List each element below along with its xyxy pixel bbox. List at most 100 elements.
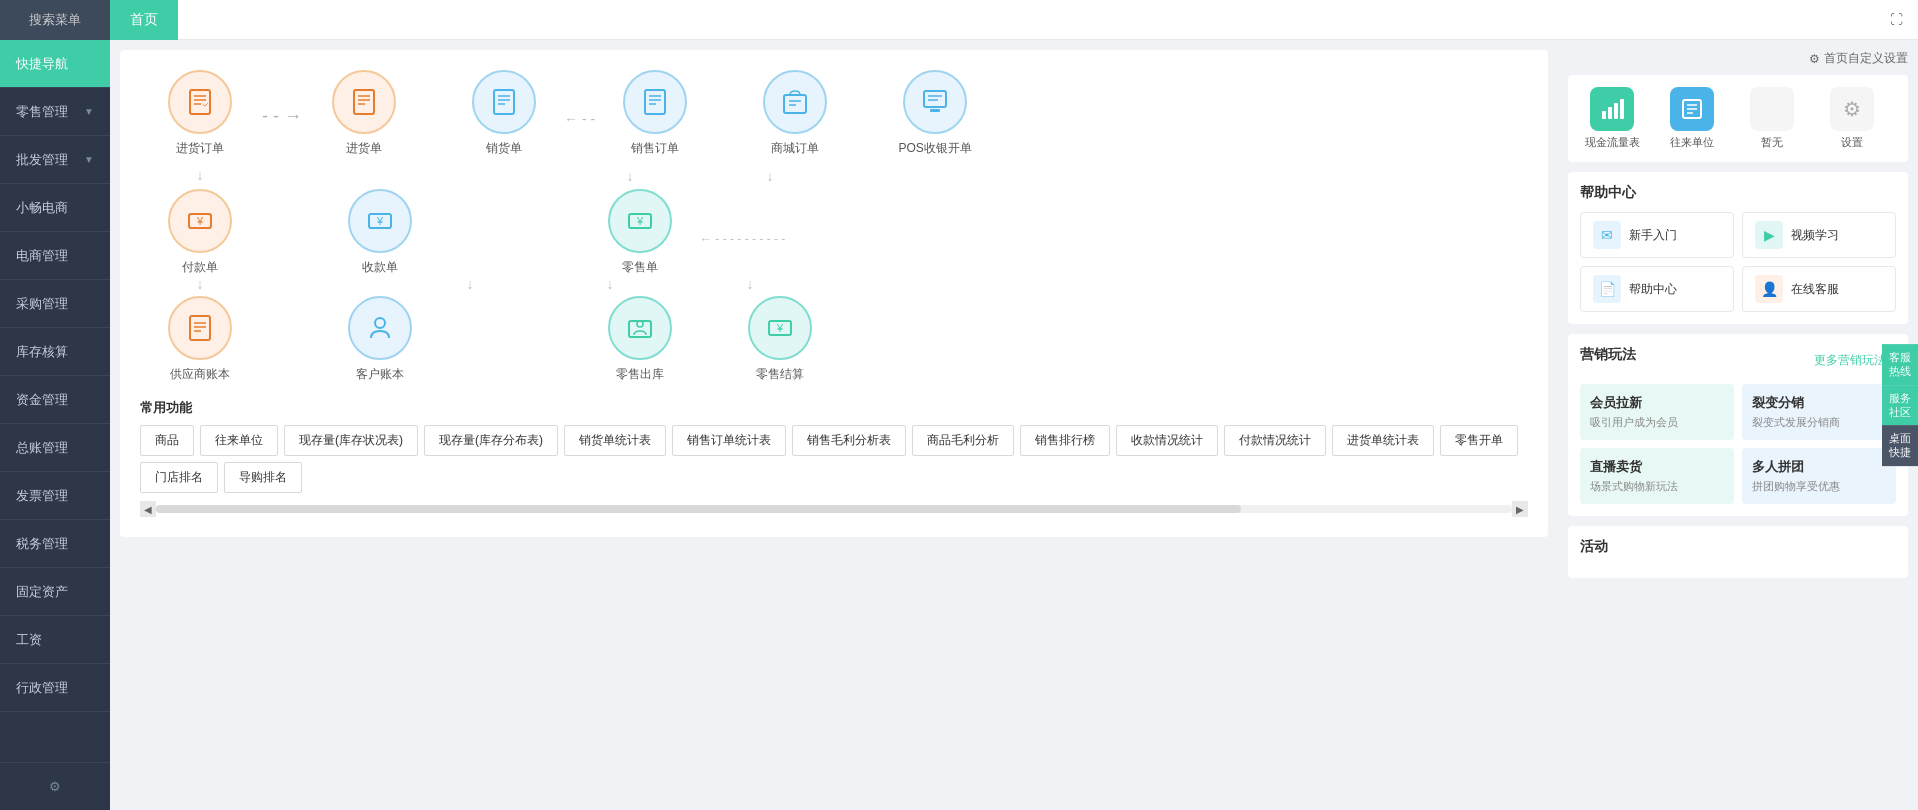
- sidebar-item-3[interactable]: 小畅电商: [0, 184, 110, 232]
- func-btn[interactable]: 商品毛利分析: [912, 425, 1014, 456]
- func-btn[interactable]: 往来单位: [200, 425, 278, 456]
- search-menu[interactable]: 搜索菜单: [0, 0, 110, 40]
- node-sale-order[interactable]: 销售订单: [595, 70, 715, 157]
- common-functions: 常用功能 商品往来单位现存量(库存状况表)现存量(库存分布表)销货单统计表销售订…: [140, 399, 1528, 493]
- sidebar-item-6[interactable]: 库存核算: [0, 328, 110, 376]
- func-btn[interactable]: 商品: [140, 425, 194, 456]
- desktop-shortcut-btn[interactable]: 桌面快捷: [1882, 425, 1918, 466]
- marketing-item-live[interactable]: 直播卖货 场景式购物新玩法: [1580, 448, 1734, 504]
- beginner-icon: ✉: [1593, 221, 1621, 249]
- node-purchase-order[interactable]: 进货订单: [140, 70, 260, 157]
- marketing-panel: 营销玩法 更多营销玩法 > 会员拉新 吸引用户成为会员 裂变分销 裂变式发展分销…: [1568, 334, 1908, 516]
- settings-icon: ⚙: [1830, 87, 1874, 131]
- expand-icon[interactable]: ⛶: [1884, 8, 1908, 32]
- side-buttons: 客服热线 服务社区 桌面快捷: [1882, 344, 1918, 466]
- scroll-left-btn[interactable]: ◀: [140, 501, 156, 517]
- sidebar-item-11[interactable]: 固定资产: [0, 568, 110, 616]
- func-grid: 商品往来单位现存量(库存状况表)现存量(库存分布表)销货单统计表销售订单统计表销…: [140, 425, 1528, 493]
- help-item-beginner[interactable]: ✉ 新手入门: [1580, 212, 1734, 258]
- activity-panel: 活动: [1568, 526, 1908, 578]
- video-icon: ▶: [1755, 221, 1783, 249]
- sidebar-item-4[interactable]: 电商管理: [0, 232, 110, 280]
- help-icon-doc: 📄: [1593, 275, 1621, 303]
- none-icon: [1750, 87, 1794, 131]
- node-mall-order[interactable]: 商城订单: [735, 70, 855, 157]
- node-retail-bill[interactable]: ¥ 零售单: [580, 189, 700, 276]
- func-btn[interactable]: 销售排行榜: [1020, 425, 1110, 456]
- main-panel: 进货订单 - - → 进货单: [110, 40, 1558, 810]
- purchase-order-icon: [168, 70, 232, 134]
- sidebar-item-5[interactable]: 采购管理: [0, 280, 110, 328]
- marketing-item-group[interactable]: 多人拼团 拼团购物享受优惠: [1742, 448, 1896, 504]
- sidebar-item-2[interactable]: 批发管理▼: [0, 136, 110, 184]
- customer-service-btn[interactable]: 客服热线: [1882, 344, 1918, 385]
- node-retail-settle[interactable]: ¥ 零售结算: [720, 296, 840, 383]
- quick-icon-settings[interactable]: ⚙ 设置: [1820, 87, 1884, 150]
- help-grid: ✉ 新手入门 ▶ 视频学习 📄 帮助中心 👤 在线客服: [1580, 212, 1896, 312]
- svg-rect-35: [629, 321, 651, 337]
- marketing-item-split[interactable]: 裂变分销 裂变式发展分销商: [1742, 384, 1896, 440]
- node-pos[interactable]: POS收银开单: [875, 70, 995, 157]
- svg-text:¥: ¥: [376, 215, 384, 227]
- func-btn[interactable]: 门店排名: [140, 462, 218, 493]
- svg-rect-16: [784, 95, 806, 113]
- quick-nav-card: 进货订单 - - → 进货单: [120, 50, 1548, 537]
- func-btn[interactable]: 零售开单: [1440, 425, 1518, 456]
- quick-icon-contacts[interactable]: 往来单位: [1660, 87, 1724, 150]
- sidebar-item-0[interactable]: 快捷导航: [0, 40, 110, 88]
- sidebar-item-13[interactable]: 行政管理: [0, 664, 110, 712]
- sidebar-gear-icon[interactable]: ⚙: [0, 762, 110, 810]
- func-btn[interactable]: 销货单统计表: [564, 425, 666, 456]
- svg-rect-8: [494, 90, 514, 114]
- svg-rect-12: [645, 90, 665, 114]
- quick-icons-panel: 现金流量表 往来单位 暂无 ⚙ 设置: [1568, 75, 1908, 162]
- func-btn[interactable]: 现存量(库存分布表): [424, 425, 558, 456]
- sidebar: 快捷导航零售管理▼批发管理▼小畅电商电商管理采购管理库存核算资金管理总账管理发票…: [0, 40, 110, 810]
- tab-home[interactable]: 首页: [110, 0, 178, 40]
- help-item-video[interactable]: ▶ 视频学习: [1742, 212, 1896, 258]
- help-item-chat[interactable]: 👤 在线客服: [1742, 266, 1896, 312]
- func-btn[interactable]: 现存量(库存状况表): [284, 425, 418, 456]
- sidebar-item-12[interactable]: 工资: [0, 616, 110, 664]
- func-btn[interactable]: 进货单统计表: [1332, 425, 1434, 456]
- arrow-1: - - →: [262, 106, 302, 127]
- svg-text:¥: ¥: [636, 215, 644, 227]
- node-purchase-bill[interactable]: 进货单: [304, 70, 424, 157]
- pos-icon: [903, 70, 967, 134]
- cashflow-icon: [1590, 87, 1634, 131]
- quick-icon-cashflow[interactable]: 现金流量表: [1580, 87, 1644, 150]
- func-btn[interactable]: 导购排名: [224, 462, 302, 493]
- sale-order-icon: [623, 70, 687, 134]
- node-supplier-account[interactable]: 供应商账本: [140, 296, 260, 383]
- svg-rect-41: [1614, 103, 1618, 119]
- sidebar-item-1[interactable]: 零售管理▼: [0, 88, 110, 136]
- node-sale-bill[interactable]: 销货单: [444, 70, 564, 157]
- func-btn[interactable]: 付款情况统计: [1224, 425, 1326, 456]
- node-receipt[interactable]: ¥ 收款单: [320, 189, 440, 276]
- func-btn[interactable]: 销售订单统计表: [672, 425, 786, 456]
- node-payment[interactable]: ¥ 付款单: [140, 189, 260, 276]
- sale-bill-icon: [472, 70, 536, 134]
- retail-out-icon: [608, 296, 672, 360]
- service-community-btn[interactable]: 服务社区: [1882, 385, 1918, 426]
- quick-icon-none[interactable]: 暂无: [1740, 87, 1804, 150]
- chat-icon: 👤: [1755, 275, 1783, 303]
- sidebar-item-9[interactable]: 发票管理: [0, 472, 110, 520]
- sidebar-item-10[interactable]: 税务管理: [0, 520, 110, 568]
- sidebar-item-7[interactable]: 资金管理: [0, 376, 110, 424]
- receipt-icon: ¥: [348, 189, 412, 253]
- func-btn[interactable]: 收款情况统计: [1116, 425, 1218, 456]
- customize-link[interactable]: ⚙ 首页自定义设置: [1809, 50, 1908, 67]
- customer-account-icon: [348, 296, 412, 360]
- common-funcs-title: 常用功能: [140, 399, 1528, 417]
- svg-rect-39: [1602, 111, 1606, 119]
- scroll-right-btn[interactable]: ▶: [1512, 501, 1528, 517]
- help-item-help[interactable]: 📄 帮助中心: [1580, 266, 1734, 312]
- node-customer-account[interactable]: 客户账本: [320, 296, 440, 383]
- svg-rect-20: [930, 109, 940, 112]
- sidebar-item-8[interactable]: 总账管理: [0, 424, 110, 472]
- node-retail-out[interactable]: 零售出库: [580, 296, 700, 383]
- marketing-item-member[interactable]: 会员拉新 吸引用户成为会员: [1580, 384, 1734, 440]
- help-center: 帮助中心 ✉ 新手入门 ▶ 视频学习 📄 帮助中心 👤: [1568, 172, 1908, 324]
- func-btn[interactable]: 销售毛利分析表: [792, 425, 906, 456]
